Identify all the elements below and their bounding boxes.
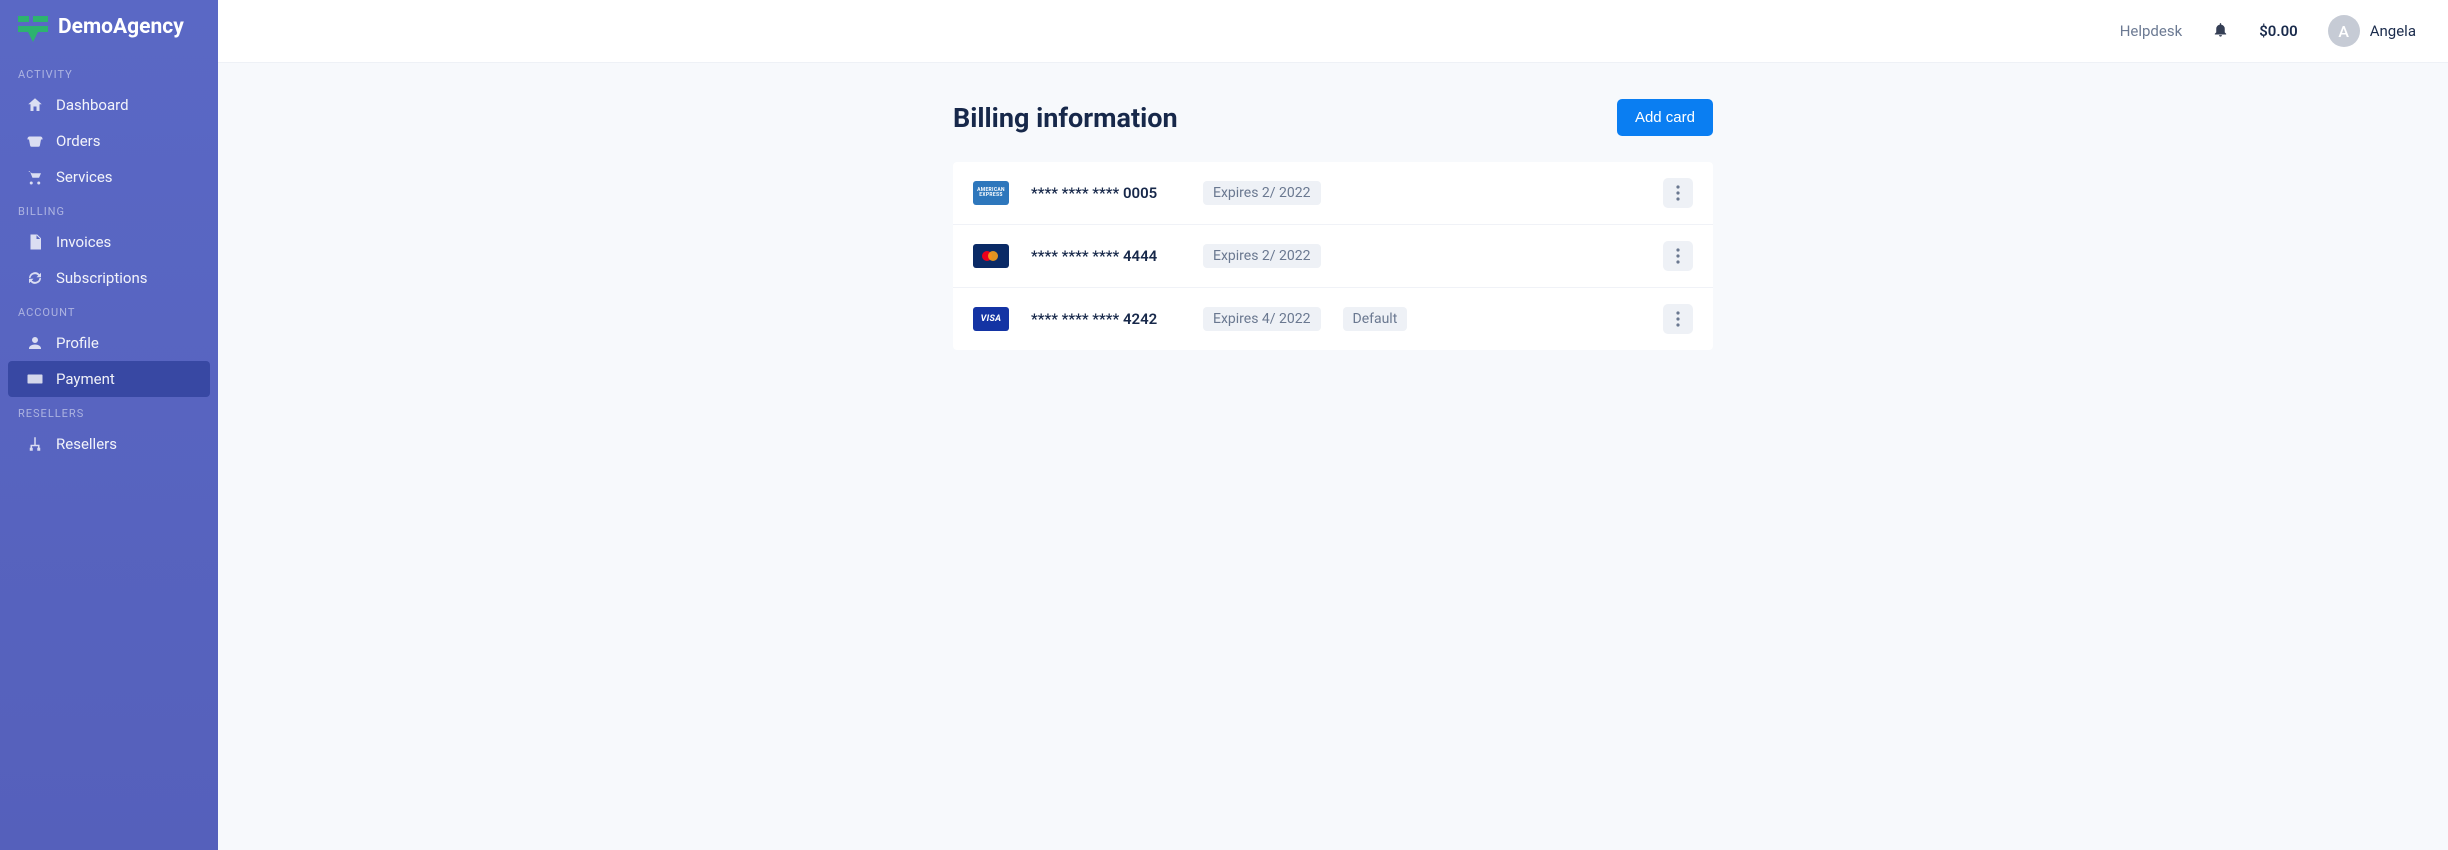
avatar: A <box>2328 15 2360 47</box>
username: Angela <box>2370 22 2416 40</box>
file-icon <box>26 233 44 251</box>
sidebar-item-label: Invoices <box>56 233 111 251</box>
sidebar-item-label: Subscriptions <box>56 269 147 287</box>
card-expiry-badge: Expires 4/ 2022 <box>1203 307 1321 331</box>
user-menu[interactable]: A Angela <box>2328 15 2416 47</box>
sidebar-item-profile[interactable]: Profile <box>8 325 210 361</box>
page-title: Billing information <box>953 102 1178 134</box>
sidebar-item-payment[interactable]: Payment <box>8 361 210 397</box>
card-number: **** **** **** 4444 <box>1031 247 1181 265</box>
sidebar-item-resellers[interactable]: Resellers <box>8 426 210 462</box>
notifications-icon[interactable] <box>2212 21 2229 42</box>
sidebar-section-account: ACCOUNT <box>0 296 218 325</box>
account-balance: $0.00 <box>2259 22 2298 40</box>
sidebar-section-billing: BILLING <box>0 195 218 224</box>
logo-icon <box>18 14 48 40</box>
sidebar-item-label: Services <box>56 168 113 186</box>
sidebar-item-invoices[interactable]: Invoices <box>8 224 210 260</box>
sidebar: DemoAgency ACTIVITY Dashboard Orders Ser… <box>0 0 218 850</box>
sidebar-item-label: Resellers <box>56 435 117 453</box>
home-icon <box>26 96 44 114</box>
add-card-button[interactable]: Add card <box>1617 99 1713 136</box>
payment-card-row: **** **** **** 4444 Expires 2/ 2022 <box>953 225 1713 288</box>
sidebar-item-label: Payment <box>56 370 115 388</box>
card-actions-menu[interactable] <box>1663 304 1693 334</box>
sidebar-item-label: Profile <box>56 334 99 352</box>
card-expiry-badge: Expires 2/ 2022 <box>1203 244 1321 268</box>
sidebar-section-resellers: RESELLERS <box>0 397 218 426</box>
card-actions-menu[interactable] <box>1663 241 1693 271</box>
brand[interactable]: DemoAgency <box>0 14 218 58</box>
card-number: **** **** **** 4242 <box>1031 310 1181 328</box>
user-icon <box>26 334 44 352</box>
card-brand-mastercard-icon <box>973 244 1009 268</box>
card-brand-visa-icon: VISA <box>973 307 1009 331</box>
sidebar-item-orders[interactable]: Orders <box>8 123 210 159</box>
sidebar-item-label: Orders <box>56 132 101 150</box>
card-actions-menu[interactable] <box>1663 178 1693 208</box>
payment-card-row: AMERICAN EXPRESS **** **** **** 0005 Exp… <box>953 162 1713 225</box>
cart-icon <box>26 168 44 186</box>
card-number: **** **** **** 0005 <box>1031 184 1181 202</box>
topbar: Helpdesk $0.00 A Angela <box>218 0 2448 63</box>
sidebar-item-services[interactable]: Services <box>8 159 210 195</box>
orders-icon <box>26 132 44 150</box>
sidebar-item-label: Dashboard <box>56 96 129 114</box>
refresh-icon <box>26 269 44 287</box>
network-icon <box>26 435 44 453</box>
sidebar-section-activity: ACTIVITY <box>0 58 218 87</box>
card-icon <box>26 370 44 388</box>
payment-card-list: AMERICAN EXPRESS **** **** **** 0005 Exp… <box>953 162 1713 350</box>
card-expiry-badge: Expires 2/ 2022 <box>1203 181 1321 205</box>
helpdesk-link[interactable]: Helpdesk <box>2120 22 2182 40</box>
sidebar-item-subscriptions[interactable]: Subscriptions <box>8 260 210 296</box>
payment-card-row: VISA **** **** **** 4242 Expires 4/ 2022… <box>953 288 1713 350</box>
default-badge: Default <box>1343 307 1408 331</box>
sidebar-item-dashboard[interactable]: Dashboard <box>8 87 210 123</box>
card-brand-amex-icon: AMERICAN EXPRESS <box>973 181 1009 205</box>
brand-name: DemoAgency <box>58 15 184 39</box>
